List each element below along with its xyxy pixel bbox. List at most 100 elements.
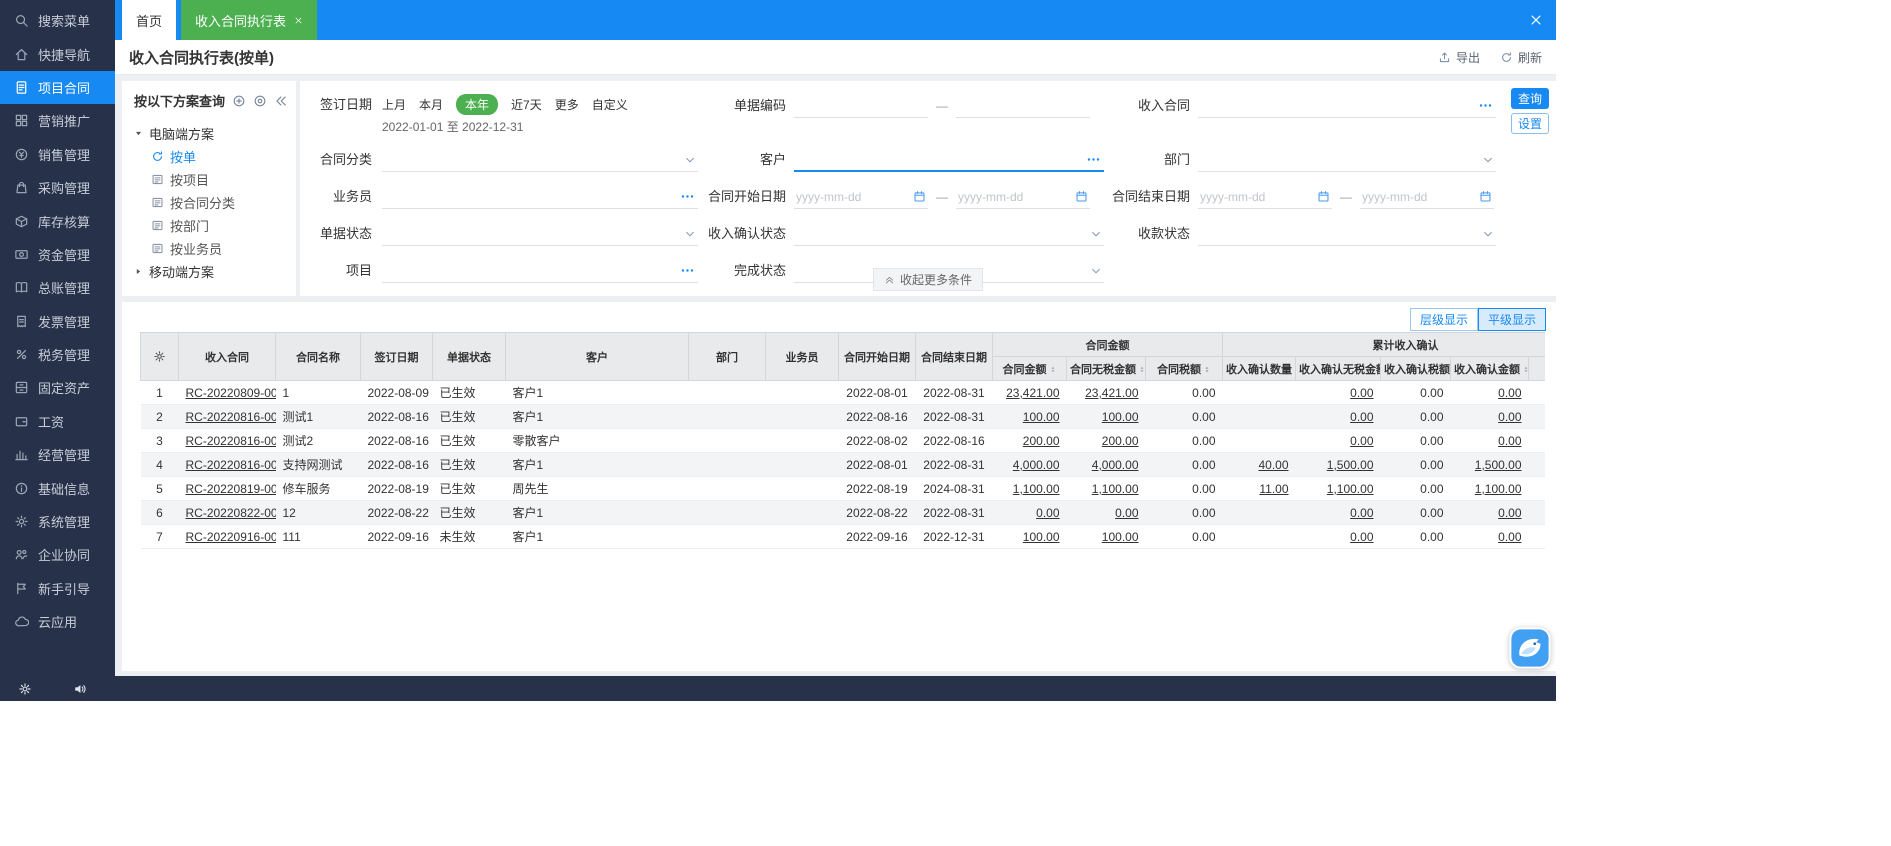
- cell-contract_no[interactable]: RC-20220816-001: [178, 404, 276, 429]
- sidebar-item-invoice[interactable]: 发票管理: [0, 305, 115, 338]
- cell-confirm_amount[interactable]: 1,100.00: [1450, 476, 1529, 501]
- col-header-confirm_notax[interactable]: 收入确认无税金额: [1295, 356, 1381, 381]
- cell-confirm_notax[interactable]: 1,500.00: [1295, 452, 1381, 477]
- cell-amount_notax[interactable]: 4,000.00: [1066, 452, 1146, 477]
- col-header-contract_name[interactable]: 合同名称: [275, 332, 361, 381]
- col-header-salesperson[interactable]: 业务员: [765, 332, 839, 381]
- col-header-doc_status[interactable]: 单据状态: [432, 332, 506, 381]
- col-header-start_date[interactable]: 合同开始日期: [838, 332, 916, 381]
- cell-contract_no[interactable]: RC-20220809-001: [178, 380, 276, 405]
- col-header-end_date[interactable]: 合同结束日期: [915, 332, 993, 381]
- announcement-volume-icon[interactable]: [73, 682, 87, 696]
- cell-confirm_amount[interactable]: 0.00: [1450, 404, 1529, 429]
- receive-status-select[interactable]: [1198, 222, 1496, 246]
- sign-date-option-2[interactable]: 本年: [456, 93, 499, 115]
- cell-contract_no[interactable]: RC-20220816-002: [178, 428, 276, 453]
- export-button[interactable]: 导出: [1438, 49, 1480, 66]
- cell-clipped_col[interactable]: 0.00: [1528, 500, 1545, 525]
- cell-confirm_qty[interactable]: 40.00: [1222, 452, 1296, 477]
- collapse-panel-icon[interactable]: [274, 94, 288, 108]
- scheme-group-mobile[interactable]: 移动端方案: [134, 260, 288, 283]
- scheme-group-pc[interactable]: 电脑端方案: [134, 122, 288, 145]
- sidebar-item-purchase[interactable]: 采购管理: [0, 171, 115, 204]
- calendar-icon[interactable]: [913, 190, 926, 203]
- contract-start-from-input[interactable]: yyyy-mm-dd: [794, 185, 928, 209]
- doc-code-from-input[interactable]: [794, 94, 928, 118]
- sidebar-item-search-menu[interactable]: 搜索菜单: [0, 4, 115, 37]
- cell-confirm_notax[interactable]: 0.00: [1295, 524, 1381, 549]
- sign-date-option-0[interactable]: 上月: [382, 96, 406, 113]
- sidebar-item-funds[interactable]: 资金管理: [0, 238, 115, 271]
- cell-amount[interactable]: 1,100.00: [992, 476, 1067, 501]
- sidebar-item-system[interactable]: 系统管理: [0, 505, 115, 538]
- sidebar-item-cloud-apps[interactable]: 云应用: [0, 605, 115, 638]
- col-header-customer[interactable]: 客户: [505, 332, 689, 381]
- cell-confirm_amount[interactable]: 0.00: [1450, 428, 1529, 453]
- refresh-button[interactable]: 刷新: [1500, 49, 1542, 66]
- cell-confirm_notax[interactable]: 0.00: [1295, 404, 1381, 429]
- salesperson-input[interactable]: [382, 185, 698, 209]
- department-select[interactable]: [1198, 148, 1496, 172]
- query-button[interactable]: 查询: [1511, 88, 1549, 109]
- col-header-clipped_col[interactable]: 收: [1527, 356, 1545, 381]
- sidebar-item-quick-nav[interactable]: 快捷导航: [0, 37, 115, 70]
- calendar-icon[interactable]: [1317, 190, 1330, 203]
- cell-amount[interactable]: 23,421.00: [992, 380, 1067, 405]
- scheme-item-by-contract-category[interactable]: 按合同分类: [134, 191, 288, 214]
- col-header-tax[interactable]: 合同税额: [1145, 356, 1223, 381]
- sidebar-item-payroll[interactable]: 工资: [0, 405, 115, 438]
- contract-end-from-input[interactable]: yyyy-mm-dd: [1198, 185, 1332, 209]
- sidebar-item-tax[interactable]: 税务管理: [0, 338, 115, 371]
- cell-amount_notax[interactable]: 100.00: [1066, 524, 1146, 549]
- income-contract-input[interactable]: [1198, 94, 1496, 118]
- sidebar-item-ledger[interactable]: 总账管理: [0, 271, 115, 304]
- sidebar-item-sales[interactable]: 销售管理: [0, 138, 115, 171]
- cell-amount_notax[interactable]: 0.00: [1066, 500, 1146, 525]
- column-settings-header[interactable]: [140, 332, 179, 381]
- col-header-amount_notax[interactable]: 合同无税金额: [1066, 356, 1146, 381]
- sign-date-option-4[interactable]: 更多: [555, 96, 579, 113]
- scheme-item-by-department[interactable]: 按部门: [134, 214, 288, 237]
- cell-contract_no[interactable]: RC-20220916-001: [178, 524, 276, 549]
- col-header-contract_no[interactable]: 收入合同: [178, 332, 276, 381]
- locate-scheme-icon[interactable]: [253, 94, 267, 108]
- cell-confirm_notax[interactable]: 1,100.00: [1295, 476, 1381, 501]
- col-header-amount[interactable]: 合同金额: [992, 356, 1067, 381]
- more-options-icon[interactable]: [1086, 152, 1101, 167]
- contract-category-select[interactable]: [382, 148, 698, 172]
- sidebar-item-guide[interactable]: 新手引导: [0, 572, 115, 605]
- close-icon[interactable]: [1529, 13, 1543, 27]
- sidebar-item-marketing[interactable]: 营销推广: [0, 104, 115, 137]
- cell-clipped_col[interactable]: 0.00: [1528, 380, 1545, 405]
- cell-clipped_col[interactable]: 0.00: [1528, 404, 1545, 429]
- cell-amount_notax[interactable]: 1,100.00: [1066, 476, 1146, 501]
- col-header-confirm_qty[interactable]: 收入确认数量: [1222, 356, 1296, 381]
- cell-contract_no[interactable]: RC-20220819-001: [178, 476, 276, 501]
- cell-amount[interactable]: 0.00: [992, 500, 1067, 525]
- tab-home[interactable]: 首页: [122, 0, 177, 40]
- col-header-confirm_tax[interactable]: 收入确认税额: [1380, 356, 1451, 381]
- cell-clipped_col[interactable]: 0.00: [1528, 428, 1545, 453]
- col-header-department[interactable]: 部门: [688, 332, 766, 381]
- project-input[interactable]: [382, 259, 698, 283]
- contract-start-to-input[interactable]: yyyy-mm-dd: [956, 185, 1090, 209]
- cell-amount[interactable]: 4,000.00: [992, 452, 1067, 477]
- more-options-icon[interactable]: [1478, 98, 1493, 113]
- collapse-filters-button[interactable]: 收起更多条件: [872, 268, 984, 291]
- cell-contract_no[interactable]: RC-20220816-003: [178, 452, 276, 477]
- add-scheme-icon[interactable]: [232, 94, 246, 108]
- settings-button[interactable]: 设置: [1511, 113, 1549, 134]
- cell-amount[interactable]: 100.00: [992, 404, 1067, 429]
- sign-date-option-5[interactable]: 自定义: [592, 96, 628, 113]
- cell-clipped_col[interactable]: 0.00: [1528, 476, 1545, 501]
- gear-icon[interactable]: [18, 682, 32, 696]
- sidebar-item-basic-info[interactable]: 基础信息: [0, 471, 115, 504]
- cell-amount[interactable]: 100.00: [992, 524, 1067, 549]
- sidebar-item-collaboration[interactable]: 企业协同: [0, 538, 115, 571]
- tab-close-icon[interactable]: [294, 16, 303, 25]
- cell-confirm_qty[interactable]: 11.00: [1222, 476, 1296, 501]
- cell-clipped_col[interactable]: 0.00: [1528, 524, 1545, 549]
- cell-confirm_amount[interactable]: 0.00: [1450, 524, 1529, 549]
- sidebar-item-operations[interactable]: 经营管理: [0, 438, 115, 471]
- col-header-sign_date[interactable]: 签订日期: [360, 332, 433, 381]
